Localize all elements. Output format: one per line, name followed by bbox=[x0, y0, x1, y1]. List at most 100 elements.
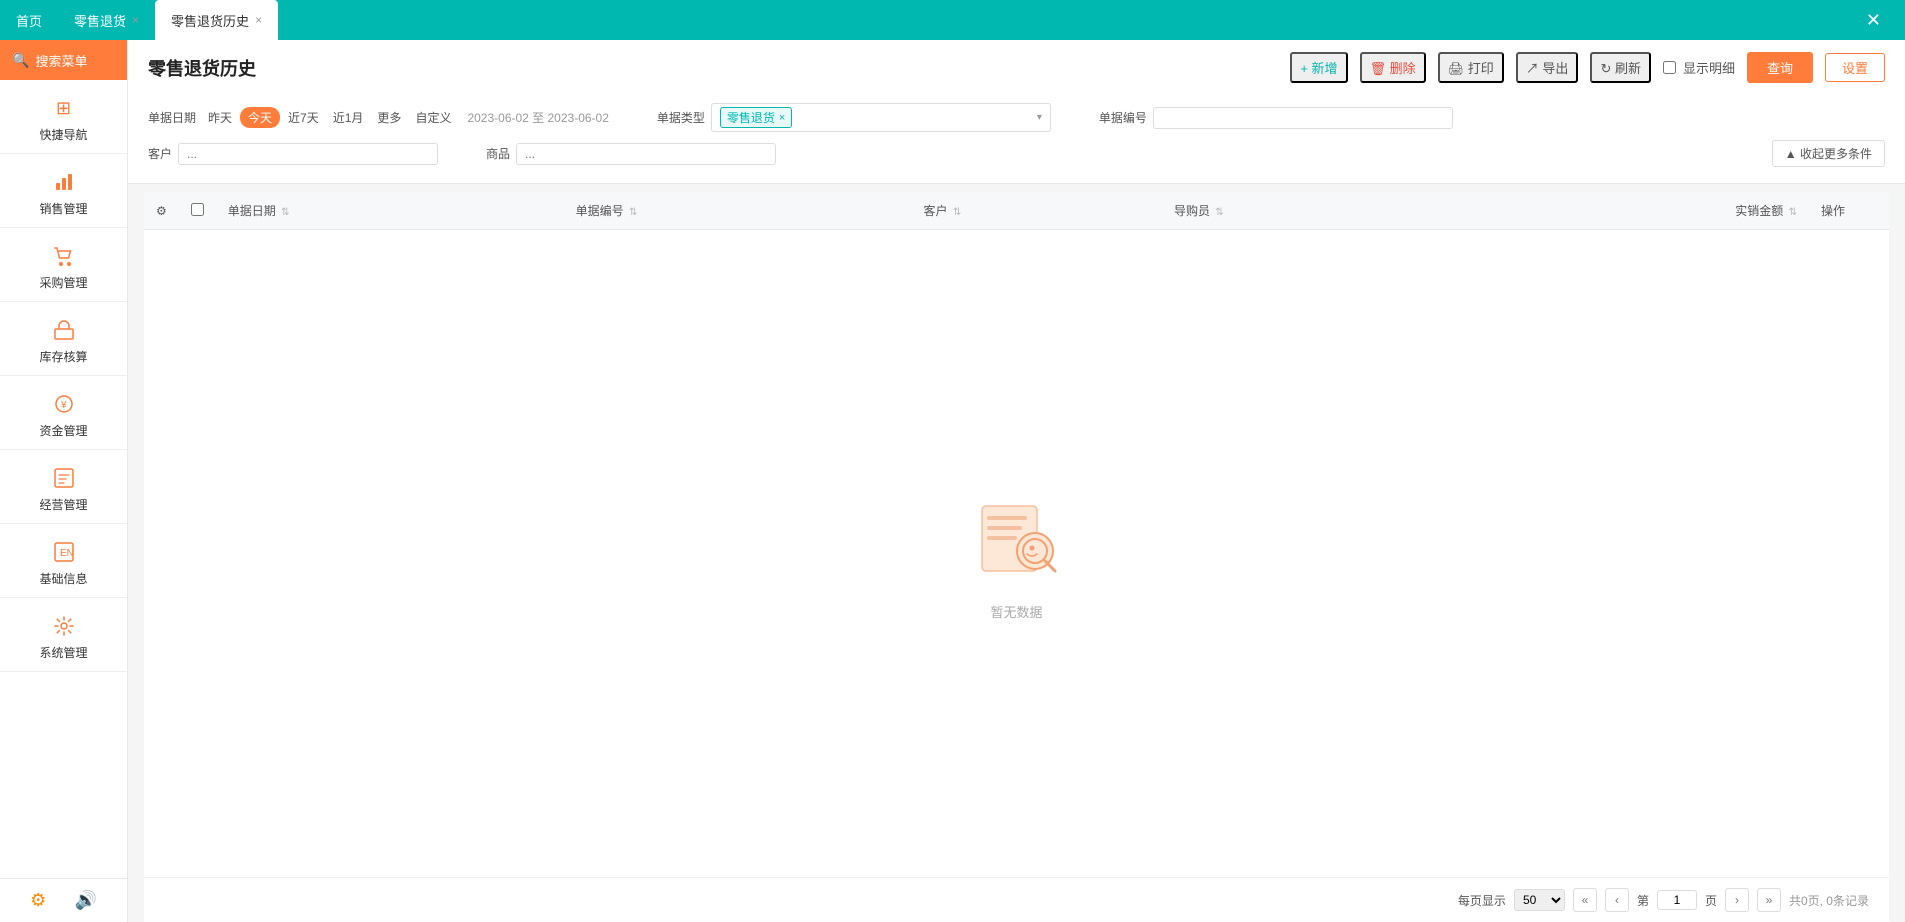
tab-retail-return-label: 零售退货 bbox=[74, 11, 126, 30]
page-label: 第 bbox=[1637, 892, 1649, 909]
col-customer[interactable]: 客户 ⇅ bbox=[911, 192, 1161, 230]
volume-bottom-icon[interactable]: 🔊 bbox=[74, 890, 96, 911]
page-unit: 页 bbox=[1705, 892, 1717, 909]
sidebar-search[interactable]: 搜索菜单 bbox=[0, 40, 127, 80]
page-input[interactable]: 1 bbox=[1657, 890, 1697, 910]
setting-button[interactable]: 设置 bbox=[1825, 53, 1885, 82]
col-date-label: 单据日期 bbox=[228, 204, 276, 218]
col-guide-label: 导购员 bbox=[1174, 204, 1210, 218]
toolbar: + 新增 🗑 删除 🖨 打印 ↗ 导出 ↻ 刷新 显示明细 查询 设置 bbox=[1290, 52, 1885, 83]
date-opt-more[interactable]: 更多 bbox=[371, 107, 407, 128]
goods-filter: 商品 bbox=[486, 143, 776, 165]
tab-retail-return-history-close[interactable]: × bbox=[255, 13, 262, 27]
col-settings[interactable]: ⚙ bbox=[144, 192, 179, 230]
collapse-button[interactable]: ▲ 收起更多条件 bbox=[1772, 140, 1885, 167]
customer-filter: 客户 bbox=[148, 143, 438, 165]
sidebar-item-label-stock: 库存核算 bbox=[39, 348, 87, 365]
tab-retail-return-history[interactable]: 零售退货历史 × bbox=[155, 0, 278, 40]
sales-icon bbox=[50, 168, 78, 196]
sidebar-item-operation[interactable]: 经营管理 bbox=[0, 450, 127, 524]
col-operations-label: 操作 bbox=[1821, 204, 1845, 218]
search-icon bbox=[12, 52, 29, 69]
last-page-button[interactable]: » bbox=[1757, 888, 1781, 912]
customer-filter-label: 客户 bbox=[148, 145, 172, 162]
sidebar-item-stock[interactable]: 库存核算 bbox=[0, 302, 127, 376]
date-opt-yesterday[interactable]: 昨天 bbox=[202, 107, 238, 128]
sidebar-item-quick-nav[interactable]: ⊞ 快捷导航 bbox=[0, 80, 127, 154]
date-opt-today[interactable]: 今天 bbox=[240, 107, 280, 128]
sidebar-item-sales[interactable]: 销售管理 bbox=[0, 154, 127, 228]
sidebar-item-finance[interactable]: ¥ 资金管理 bbox=[0, 376, 127, 450]
select-all-checkbox[interactable] bbox=[191, 203, 204, 216]
prev-page-button[interactable]: ‹ bbox=[1605, 888, 1629, 912]
type-tag-close[interactable]: × bbox=[779, 112, 785, 124]
number-filter-label: 单据编号 bbox=[1099, 109, 1147, 126]
refresh-button[interactable]: ↻ 刷新 bbox=[1590, 52, 1651, 83]
date-opt-1month[interactable]: 近1月 bbox=[327, 107, 370, 128]
filter-area: 单据日期 昨天 今天 近7天 近1月 更多 自定义 2023-06-02 至 2… bbox=[148, 95, 1885, 183]
tab-list: 首页 零售退货 × 零售退货历史 × bbox=[0, 0, 1858, 40]
delete-button[interactable]: 🗑 删除 bbox=[1360, 52, 1426, 83]
nav-icon: ⊞ bbox=[50, 94, 78, 122]
date-opt-custom[interactable]: 自定义 bbox=[409, 107, 457, 128]
col-amount-sort-icon: ⇅ bbox=[1789, 207, 1797, 218]
operation-icon bbox=[50, 464, 78, 492]
filter-row-2: 客户 商品 ▲ 收起更多条件 bbox=[148, 140, 1885, 167]
table-header: ⚙ 单据日期 ⇅ 单据编号 ⇅ bbox=[144, 192, 1889, 230]
content-area: 零售退货历史 + 新增 🗑 删除 🖨 打印 ↗ 导出 ↻ 刷新 显示明细 查询 … bbox=[128, 40, 1905, 922]
top-bar: 首页 零售退货 × 零售退货历史 × ✕ bbox=[0, 0, 1905, 40]
finance-icon: ¥ bbox=[50, 390, 78, 418]
sidebar-item-label-sales: 销售管理 bbox=[39, 200, 87, 217]
sidebar-item-label-quick-nav: 快捷导航 bbox=[39, 126, 87, 143]
first-page-button[interactable]: « bbox=[1573, 888, 1597, 912]
display-detail-toggle[interactable]: 显示明细 bbox=[1663, 58, 1735, 77]
per-page-select[interactable]: 50 20 100 200 bbox=[1514, 889, 1565, 911]
tab-retail-return[interactable]: 零售退货 × bbox=[58, 0, 155, 40]
sidebar-nav: ⊞ 快捷导航 销售管理 采购管理 库存核算 bbox=[0, 80, 127, 878]
print-button[interactable]: 🖨 打印 bbox=[1438, 52, 1504, 83]
type-filter-label: 单据类型 bbox=[657, 109, 705, 126]
tab-home-label: 首页 bbox=[16, 11, 42, 30]
settings-bottom-icon[interactable]: ⚙ bbox=[30, 890, 46, 911]
empty-state: 暂无数据 bbox=[144, 230, 1889, 877]
sidebar-item-label-operation: 经营管理 bbox=[39, 496, 87, 513]
tab-home[interactable]: 首页 bbox=[0, 0, 58, 40]
sidebar-search-label: 搜索菜单 bbox=[35, 51, 87, 70]
query-button[interactable]: 查询 bbox=[1747, 52, 1813, 83]
type-filter: 单据类型 零售退货 × ▾ bbox=[657, 103, 1051, 132]
table-container: ⚙ 单据日期 ⇅ 单据编号 ⇅ bbox=[144, 192, 1889, 877]
tab-retail-return-history-label: 零售退货历史 bbox=[171, 11, 249, 30]
page-content: ⚙ 单据日期 ⇅ 单据编号 ⇅ bbox=[128, 184, 1905, 922]
goods-filter-input[interactable] bbox=[516, 143, 776, 165]
col-guide-sort-icon: ⇅ bbox=[1215, 207, 1223, 218]
col-amount[interactable]: 实销金额 ⇅ bbox=[1461, 192, 1809, 230]
sidebar-item-system[interactable]: 系统管理 bbox=[0, 598, 127, 672]
number-filter-input[interactable] bbox=[1153, 107, 1453, 129]
next-page-button[interactable]: › bbox=[1725, 888, 1749, 912]
col-date-sort-icon: ⇅ bbox=[281, 207, 289, 218]
col-amount-label: 实销金额 bbox=[1735, 204, 1783, 218]
col-number[interactable]: 单据编号 ⇅ bbox=[564, 192, 912, 230]
empty-text: 暂无数据 bbox=[990, 602, 1042, 621]
window-close-button[interactable]: ✕ bbox=[1858, 6, 1889, 35]
main-layout: 搜索菜单 ⊞ 快捷导航 销售管理 采购管理 bbox=[0, 40, 1905, 922]
add-button[interactable]: + 新增 bbox=[1290, 52, 1347, 83]
page-title: 零售退货历史 bbox=[148, 55, 256, 81]
sidebar-item-purchase[interactable]: 采购管理 bbox=[0, 228, 127, 302]
display-detail-checkbox[interactable] bbox=[1663, 61, 1676, 74]
col-date[interactable]: 单据日期 ⇅ bbox=[216, 192, 564, 230]
page-header-top: 零售退货历史 + 新增 🗑 删除 🖨 打印 ↗ 导出 ↻ 刷新 显示明细 查询 … bbox=[148, 52, 1885, 83]
filter-row-1: 单据日期 昨天 今天 近7天 近1月 更多 自定义 2023-06-02 至 2… bbox=[148, 103, 1885, 132]
type-select-wrapper[interactable]: 零售退货 × ▾ bbox=[711, 103, 1051, 132]
sidebar-item-basic[interactable]: EN 基础信息 bbox=[0, 524, 127, 598]
export-button[interactable]: ↗ 导出 bbox=[1516, 52, 1579, 83]
date-opt-7days[interactable]: 近7天 bbox=[282, 107, 325, 128]
customer-filter-input[interactable] bbox=[178, 143, 438, 165]
type-tag-label: 零售退货 bbox=[727, 109, 775, 126]
tab-retail-return-close[interactable]: × bbox=[132, 13, 139, 27]
col-customer-sort-icon: ⇅ bbox=[953, 207, 961, 218]
table-header-row: ⚙ 单据日期 ⇅ 单据编号 ⇅ bbox=[144, 192, 1889, 230]
empty-icon bbox=[967, 486, 1067, 586]
col-guide[interactable]: 导购员 ⇅ bbox=[1162, 192, 1461, 230]
col-number-sort-icon: ⇅ bbox=[629, 207, 637, 218]
